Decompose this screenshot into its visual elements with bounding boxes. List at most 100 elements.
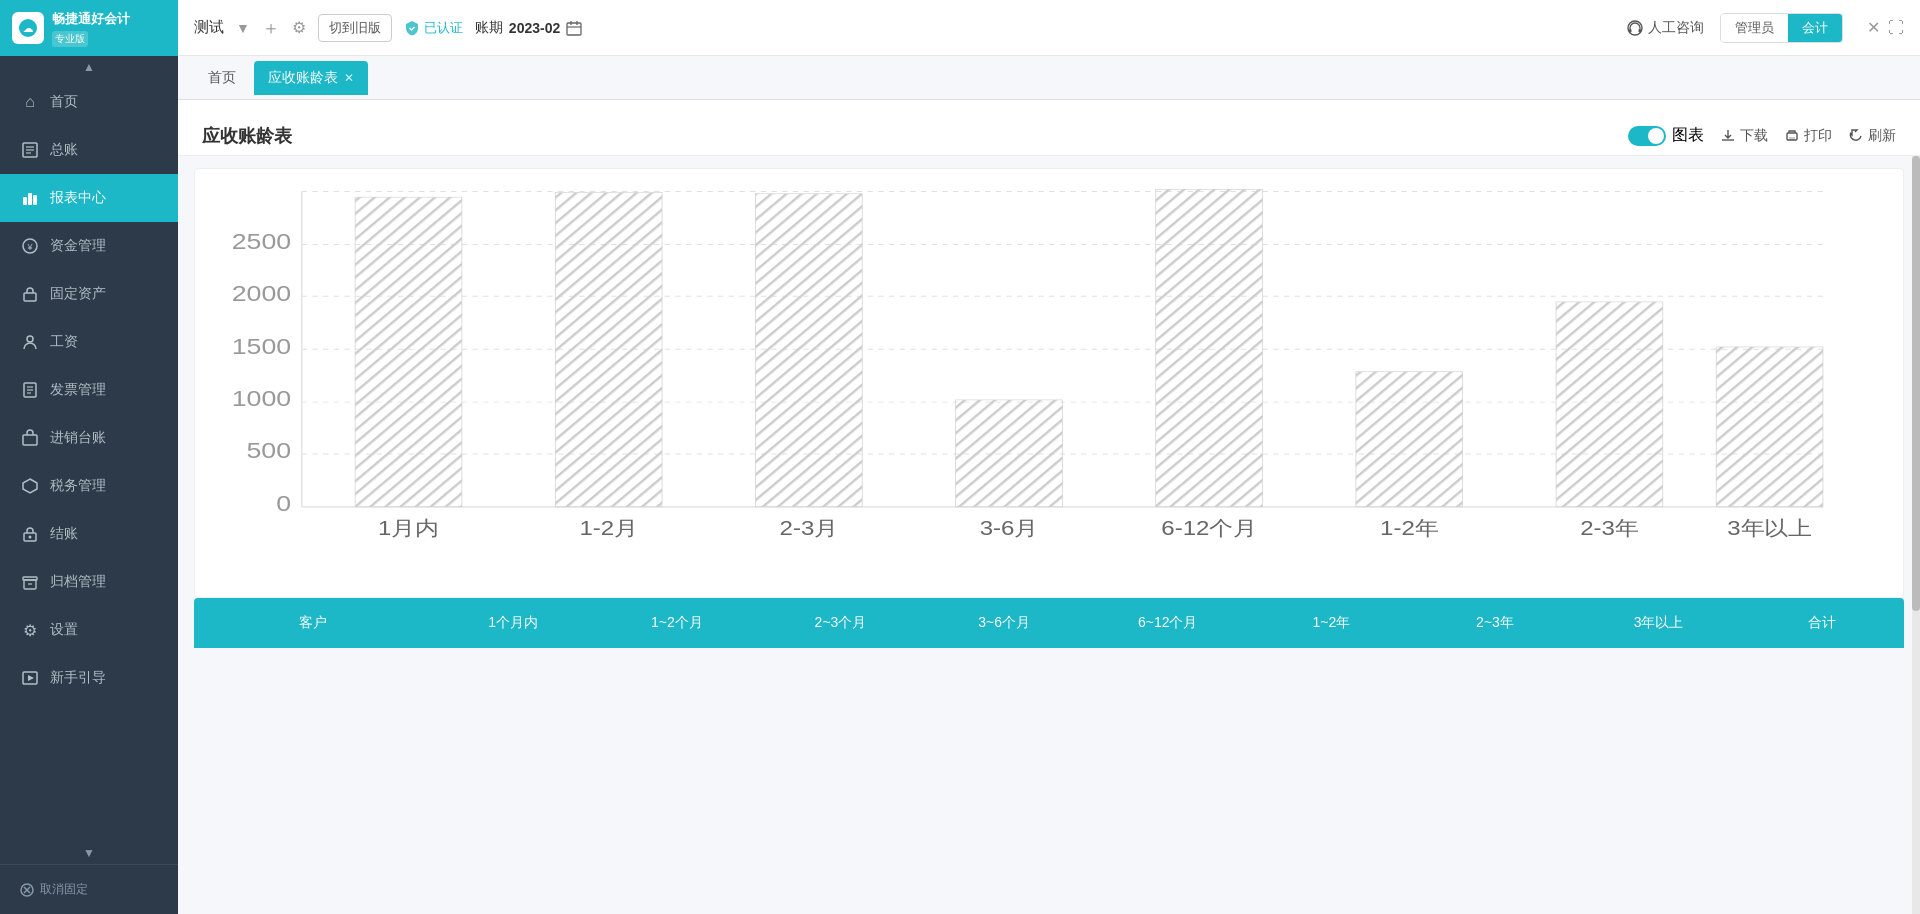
accountant-role-button[interactable]: 会计 <box>1788 14 1842 42</box>
admin-role-button[interactable]: 管理员 <box>1721 14 1788 42</box>
company-dropdown-icon[interactable]: ▼ <box>236 20 250 36</box>
tabbar: 首页 应收账龄表 ✕ <box>178 56 1920 100</box>
inventory-icon <box>20 428 40 448</box>
company-name: 测试 <box>194 18 224 37</box>
topbar-right: 人工咨询 管理员 会计 ✕ ⛶ <box>1626 13 1904 43</box>
sidebar-item-inventory[interactable]: 进销台账 <box>0 414 178 462</box>
sidebar-item-settings[interactable]: ⚙ 设置 <box>0 606 178 654</box>
ledger-icon <box>20 140 40 160</box>
calendar-icon[interactable] <box>566 20 582 36</box>
toggle-track[interactable] <box>1628 126 1666 146</box>
th-3-6m: 3~6个月 <box>922 598 1086 648</box>
svg-marker-24 <box>28 675 34 681</box>
company-settings-icon[interactable]: ⚙ <box>292 18 306 37</box>
sidebar-item-assets[interactable]: 固定资产 <box>0 270 178 318</box>
svg-text:1月内: 1月内 <box>378 517 439 540</box>
funds-icon: ¥ <box>20 236 40 256</box>
logo-area: ☁ 畅捷通好会计 专业版 <box>0 0 178 56</box>
headset-icon <box>1626 19 1644 37</box>
download-button[interactable]: 下载 <box>1720 127 1768 145</box>
svg-rect-11 <box>24 293 36 301</box>
logo-text: 畅捷通好会计 专业版 <box>52 10 130 47</box>
content-area: 应收账龄表 图表 下载 <box>178 100 1920 914</box>
th-2-3y: 2~3年 <box>1413 598 1577 648</box>
bar-3-6月 <box>956 400 1063 507</box>
reports-icon <box>20 188 40 208</box>
tax-icon <box>20 476 40 496</box>
bar-2-3年 <box>1556 302 1663 507</box>
expand-window-icon[interactable]: ⛶ <box>1888 19 1904 37</box>
svg-text:2000: 2000 <box>232 281 291 306</box>
svg-text:¥: ¥ <box>26 242 33 252</box>
svg-text:1-2月: 1-2月 <box>579 517 637 540</box>
svg-rect-33 <box>1629 29 1632 33</box>
svg-rect-34 <box>1639 29 1642 33</box>
sidebar-bottom: 取消固定 <box>0 864 178 914</box>
sidebar-item-label: 归档管理 <box>50 573 106 591</box>
svg-rect-6 <box>23 197 27 205</box>
svg-text:2500: 2500 <box>232 229 291 254</box>
scrollbar-thumb[interactable] <box>1912 156 1920 611</box>
sidebar-scroll-up[interactable]: ▲ <box>0 56 178 78</box>
refresh-button[interactable]: 刷新 <box>1848 127 1896 145</box>
bar-1-2月 <box>555 193 662 507</box>
sidebar-item-tax[interactable]: 税务管理 <box>0 462 178 510</box>
vertical-scrollbar[interactable] <box>1912 156 1920 914</box>
svg-text:2-3月: 2-3月 <box>780 517 838 540</box>
add-company-icon[interactable]: ＋ <box>262 16 280 40</box>
tab-ar-aging[interactable]: 应收账龄表 ✕ <box>254 61 368 95</box>
shield-icon <box>404 20 420 36</box>
sidebar-item-payroll[interactable]: 工资 <box>0 318 178 366</box>
consult-button[interactable]: 人工咨询 <box>1626 19 1704 37</box>
sidebar-item-archive[interactable]: 归档管理 <box>0 558 178 606</box>
th-1-2y: 1~2年 <box>1250 598 1414 648</box>
svg-text:0: 0 <box>276 491 291 516</box>
close-window-icon[interactable]: ✕ <box>1867 18 1880 37</box>
sidebar-item-reports[interactable]: 报表中心 <box>0 174 178 222</box>
bar-1-2年 <box>1356 372 1463 507</box>
chart-toggle[interactable]: 图表 <box>1628 125 1704 146</box>
sidebar-item-funds[interactable]: ¥ 资金管理 <box>0 222 178 270</box>
old-version-button[interactable]: 切到旧版 <box>318 14 392 42</box>
sidebar-item-home[interactable]: ⌂ 首页 <box>0 78 178 126</box>
settings-icon: ⚙ <box>20 620 40 640</box>
print-icon <box>1784 128 1800 144</box>
th-3y-plus: 3年以上 <box>1577 598 1741 648</box>
sidebar-item-label: 资金管理 <box>50 237 106 255</box>
sidebar-item-label: 总账 <box>50 141 78 159</box>
sidebar: ☁ 畅捷通好会计 专业版 ▲ ⌂ 首页 总账 报表中心 ¥ <box>0 0 178 914</box>
cancel-fixed-button[interactable]: 取消固定 <box>12 875 166 904</box>
tab-close-icon[interactable]: ✕ <box>344 71 354 85</box>
assets-icon <box>20 284 40 304</box>
sidebar-item-invoice[interactable]: 发票管理 <box>0 366 178 414</box>
svg-rect-17 <box>23 435 37 445</box>
guide-icon <box>20 668 40 688</box>
sidebar-nav: ⌂ 首页 总账 报表中心 ¥ 资金管理 固定资产 <box>0 78 178 842</box>
bar-1月内 <box>355 197 462 507</box>
svg-text:2-3年: 2-3年 <box>1580 517 1638 540</box>
sidebar-item-closing[interactable]: 结账 <box>0 510 178 558</box>
bar-2-3月 <box>755 194 862 507</box>
bar-6-12月 <box>1156 189 1263 507</box>
payroll-icon <box>20 332 40 352</box>
table-area: 客户 1个月内 1~2个月 2~3个月 3~6个月 6~12个月 1~2年 2~… <box>194 598 1904 648</box>
download-icon <box>1720 128 1736 144</box>
table-header: 客户 1个月内 1~2个月 2~3个月 3~6个月 6~12个月 1~2年 2~… <box>194 598 1904 648</box>
sidebar-item-label: 结账 <box>50 525 78 543</box>
svg-text:☁: ☁ <box>23 23 33 34</box>
th-customer: 客户 <box>194 598 431 648</box>
sidebar-item-label: 新手引导 <box>50 669 106 687</box>
sidebar-item-guide[interactable]: 新手引导 <box>0 654 178 702</box>
invoice-icon <box>20 380 40 400</box>
tab-home-label: 首页 <box>208 69 236 87</box>
sidebar-scroll-down[interactable]: ▼ <box>0 842 178 864</box>
sidebar-item-ledger[interactable]: 总账 <box>0 126 178 174</box>
archive-icon <box>20 572 40 592</box>
main-area: 测试 ▼ ＋ ⚙ 切到旧版 已认证 账期 2023-02 <box>178 0 1920 914</box>
print-button[interactable]: 打印 <box>1784 127 1832 145</box>
sidebar-item-label: 进销台账 <box>50 429 106 447</box>
tab-home[interactable]: 首页 <box>194 61 250 95</box>
sidebar-item-label: 税务管理 <box>50 477 106 495</box>
topbar: 测试 ▼ ＋ ⚙ 切到旧版 已认证 账期 2023-02 <box>178 0 1920 56</box>
svg-rect-36 <box>1789 137 1795 140</box>
